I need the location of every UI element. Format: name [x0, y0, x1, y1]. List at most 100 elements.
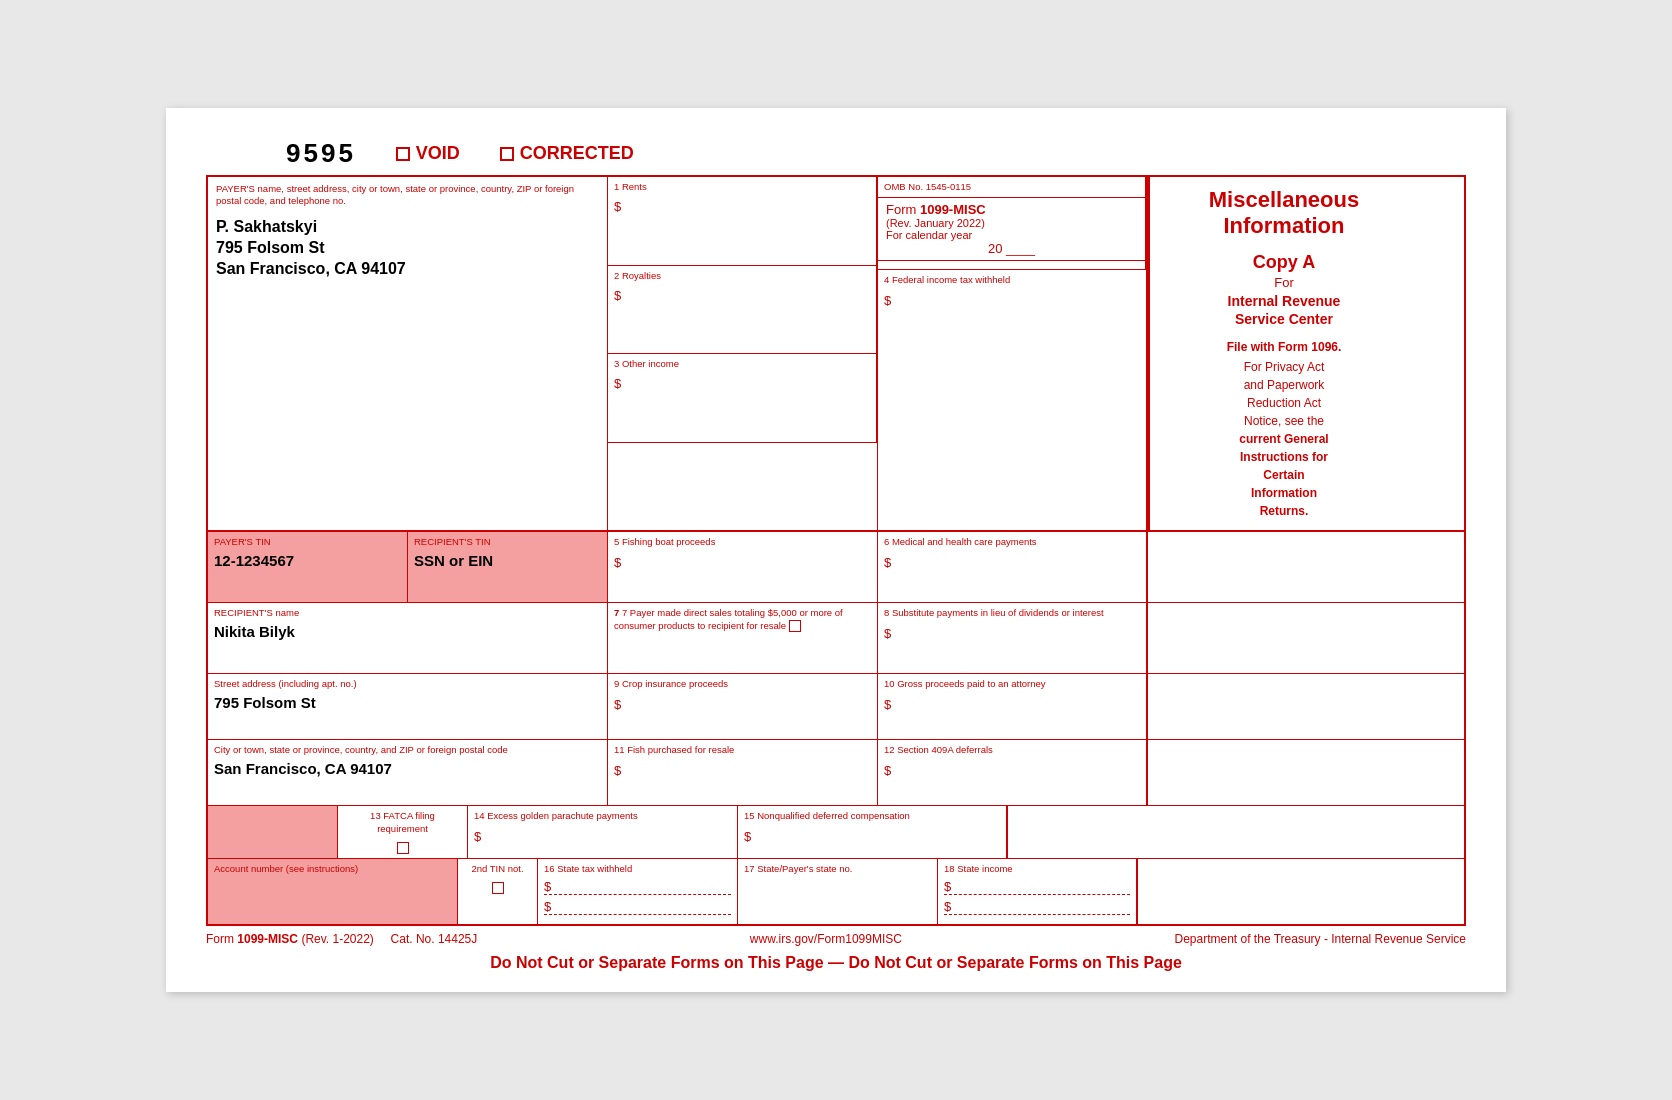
right-panel-spacer3 — [1148, 603, 1418, 673]
row-city: City or town, state or province, country… — [208, 740, 1464, 806]
row-recipient: RECIPIENT'S name Nikita Bilyk 7 7 Payer … — [208, 603, 1464, 674]
field14-amount: $ — [474, 829, 731, 844]
field2-label: 2 Royalties — [614, 270, 870, 282]
account-number-label: Account number (see instructions) — [214, 863, 451, 875]
form-grid: PAYER'S name, street address, city or to… — [206, 175, 1466, 926]
field10-amount: $ — [884, 697, 1140, 712]
field3b-cell — [878, 261, 1146, 270]
recipient-name-label: RECIPIENT'S name — [214, 607, 601, 619]
form-rev: (Rev. January 2022) — [886, 217, 1137, 229]
payer-address: 795 Folsom St — [216, 239, 599, 257]
field4-label: 4 Federal income tax withheld — [884, 274, 1140, 286]
recipient-tin-label: RECIPIENT'S TIN — [414, 536, 601, 548]
field8-cell: 8 Substitute payments in lieu of dividen… — [878, 603, 1148, 673]
field11-amount: $ — [614, 763, 871, 778]
field16-line1: $ — [544, 879, 731, 895]
irs-label: Internal Revenue Service Center — [1228, 292, 1341, 328]
for-label: For — [1274, 275, 1294, 290]
field4-cell — [608, 443, 877, 531]
field17-cell: 17 State/Payer's state no. — [738, 859, 938, 924]
void-section: VOID — [396, 143, 460, 164]
instructions-text: For Privacy Act and Paperwork Reduction … — [1239, 358, 1328, 520]
field13-label: 13 FATCA filing requirement — [344, 810, 461, 835]
recipient-name-cell: RECIPIENT'S name Nikita Bilyk — [208, 603, 608, 673]
field18-line1: $ — [944, 879, 1130, 895]
field9-cell: 9 Crop insurance proceeds $ — [608, 674, 878, 739]
field14-cell: 14 Excess golden parachute payments $ — [468, 806, 738, 858]
omb-label: OMB No. 1545-0115 — [884, 181, 1139, 193]
corrected-section: CORRECTED — [500, 143, 634, 164]
field4-right-cell: 4 Federal income tax withheld $ — [878, 270, 1146, 311]
row-address: Street address (including apt. no.) 795 … — [208, 674, 1464, 740]
omb-cell: OMB No. 1545-0115 — [878, 177, 1146, 198]
form-footer: Form 1099-MISC (Rev. 1-2022) Cat. No. 14… — [206, 926, 1466, 950]
right-panel-spacer6 — [1008, 806, 1278, 858]
right-panel-spacer5 — [1148, 740, 1418, 805]
field12-cell: 12 Section 409A deferrals $ — [878, 740, 1148, 805]
street-address-value: 795 Folsom St — [214, 694, 601, 711]
field15-cell: 15 Nonqualified deferred compensation $ — [738, 806, 1008, 858]
field14-label: 14 Excess golden parachute payments — [474, 810, 731, 822]
field4-amount: $ — [884, 293, 1140, 308]
field6-cell: 6 Medical and health care payments $ — [878, 532, 1148, 602]
account-spacer — [208, 806, 338, 858]
field8-label: 8 Substitute payments in lieu of dividen… — [884, 607, 1140, 619]
city-state-cell: City or town, state or province, country… — [208, 740, 608, 805]
street-address-label: Street address (including apt. no.) — [214, 678, 601, 690]
field10-label: 10 Gross proceeds paid to an attorney — [884, 678, 1140, 690]
field16-line2: $ — [544, 899, 731, 915]
field13-checkbox[interactable] — [397, 842, 409, 854]
field18-label: 18 State income — [944, 863, 1130, 875]
void-label: VOID — [416, 143, 460, 164]
field16-label: 16 State tax withheld — [544, 863, 731, 875]
footer-form: Form 1099-MISC (Rev. 1-2022) Cat. No. 14… — [206, 932, 477, 946]
field7-checkbox[interactable] — [789, 620, 801, 632]
field13-cell: 13 FATCA filing requirement — [338, 806, 468, 858]
row-1: PAYER'S name, street address, city or to… — [208, 177, 1464, 531]
field9-amount: $ — [614, 697, 871, 712]
field15-amount: $ — [744, 829, 1000, 844]
file-with: File with Form 1096. — [1227, 340, 1342, 354]
account-number-input[interactable] — [214, 879, 354, 897]
do-not-cut: Do Not Cut or Separate Forms on This Pag… — [206, 950, 1466, 972]
form-name-cell: Form 1099-MISC (Rev. January 2022) For c… — [878, 198, 1146, 261]
payer-city: San Francisco, CA 94107 — [216, 260, 599, 278]
field8-amount: $ — [884, 626, 1140, 641]
payer-name: P. Sakhatskyi — [216, 218, 599, 236]
form-name-text: Form 1099-MISC — [886, 202, 1137, 217]
copy-a: Copy A — [1253, 252, 1315, 273]
2nd-tin-label: 2nd TIN not. — [464, 863, 531, 875]
footer-dept: Department of the Treasury - Internal Re… — [1175, 932, 1466, 946]
field5-amount: $ — [614, 555, 871, 570]
2nd-tin-checkbox[interactable] — [492, 882, 504, 894]
field2-amount: $ — [614, 288, 870, 303]
field15-label: 15 Nonqualified deferred compensation — [744, 810, 1000, 822]
year-value: 20 ____ — [886, 241, 1137, 256]
payer-tin-cell: PAYER'S TIN 12-1234567 — [208, 532, 408, 602]
street-address-cell: Street address (including apt. no.) 795 … — [208, 674, 608, 739]
corrected-checkbox[interactable] — [500, 147, 514, 161]
field11-label: 11 Fish purchased for resale — [614, 744, 871, 756]
field7-cell: 7 7 Payer made direct sales totaling $5,… — [608, 603, 878, 673]
field11-cell: 11 Fish purchased for resale $ — [608, 740, 878, 805]
payer-name-label: PAYER'S name, street address, city or to… — [216, 183, 599, 208]
recipient-tin-cell: RECIPIENT'S TIN SSN or EIN — [408, 532, 608, 602]
field1-cell: 1 Rents $ — [608, 177, 877, 266]
right-panel-spacer4 — [1148, 674, 1418, 739]
footer-website: www.irs.gov/Form1099MISC — [750, 932, 902, 946]
field7-label: 7 7 Payer made direct sales totaling $5,… — [614, 607, 871, 632]
field18-cell: 18 State income $ $ — [938, 859, 1138, 924]
city-state-label: City or town, state or province, country… — [214, 744, 601, 756]
recipient-name-value: Nikita Bilyk — [214, 623, 601, 640]
field6-amount: $ — [884, 555, 1140, 570]
void-checkbox[interactable] — [396, 147, 410, 161]
field10-cell: 10 Gross proceeds paid to an attorney $ — [878, 674, 1148, 739]
row-last: Account number (see instructions) 2nd TI… — [208, 859, 1464, 924]
field12-amount: $ — [884, 763, 1140, 778]
field12-label: 12 Section 409A deferrals — [884, 744, 1140, 756]
form-1099-name: 1099-MISC — [920, 202, 986, 217]
right-panel-spacer2 — [1148, 532, 1418, 602]
row-fields-13-15: 13 FATCA filing requirement 14 Excess go… — [208, 806, 1464, 859]
field16-cell: 16 State tax withheld $ $ — [538, 859, 738, 924]
row-tin: PAYER'S TIN 12-1234567 RECIPIENT'S TIN S… — [208, 531, 1464, 603]
